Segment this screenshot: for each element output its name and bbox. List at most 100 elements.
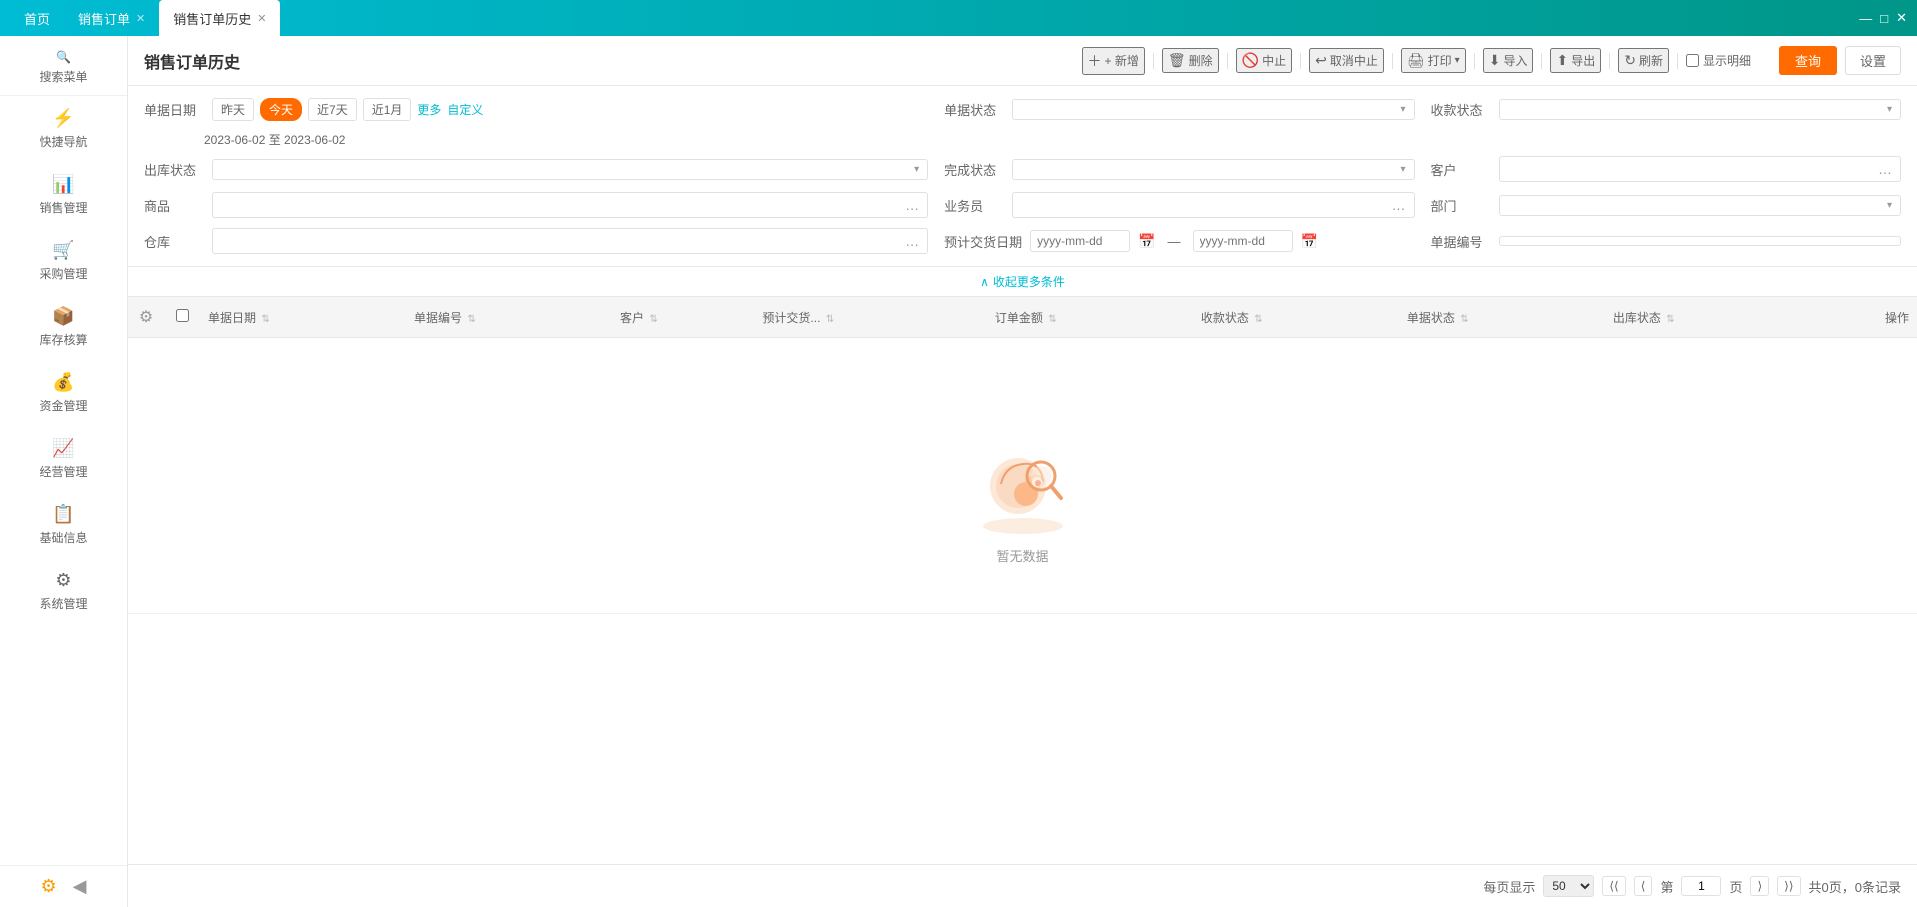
stop-button[interactable]: 🚫 中止 [1236,48,1292,73]
new-icon: ＋ [1088,51,1102,71]
cancel-stop-button[interactable]: ↩ 取消中止 [1309,48,1384,73]
warehouse-ellipsis[interactable]: … [905,233,919,249]
delivery-status-input[interactable]: ▾ [212,159,928,180]
prev-page-button[interactable]: ⟨ [1634,876,1653,896]
customer-label: 客户 [1431,160,1491,179]
tab-home[interactable]: 首页 [10,0,64,36]
table-settings-icon[interactable]: ⚙ [139,309,153,326]
collapse-bar[interactable]: ∧ 收起更多条件 [128,267,1917,297]
date-btn-7days[interactable]: 近7天 [308,98,357,121]
select-all-checkbox[interactable] [176,309,189,322]
first-page-button[interactable]: ⟨⟨ [1602,876,1625,896]
col-delivery-sort-icon[interactable]: ⇅ [826,314,834,325]
order-status-field: 单据状态 ▾ [944,99,1414,120]
tab-sales-order-close[interactable]: ✕ [136,12,145,25]
sidebar-item-inventory[interactable]: 📦 库存核算 [0,294,127,360]
display-detail-input[interactable] [1686,54,1699,67]
product-input[interactable]: … [212,192,928,218]
filter-row-3: 商品 … 业务员 … 部门 [144,192,1901,218]
system-icon: ⚙ [55,570,71,591]
col-delivery-status-sort-icon[interactable]: ⇅ [1666,314,1674,325]
divider-7 [1609,53,1610,69]
empty-text: 暂无数据 [996,546,1048,565]
sidebar-item-basic-info[interactable]: 📋 基础信息 [0,492,127,558]
sidebar-search[interactable]: 🔍 搜索菜单 [0,36,127,96]
print-button[interactable]: 🖨 打印 ▾ [1401,48,1466,73]
customer-ellipsis[interactable]: … [1878,161,1892,177]
col-date: 单据日期 ⇅ [200,297,406,338]
delivery-date-start[interactable] [1030,230,1130,252]
col-date-sort-icon[interactable]: ⇅ [261,314,269,325]
query-button[interactable]: 查询 [1779,46,1837,75]
per-page-select[interactable]: 50 20 100 [1543,875,1594,897]
department-input[interactable]: ▾ [1499,195,1901,216]
date-btn-yesterday[interactable]: 昨天 [212,98,254,121]
delivery-status-field: 出库状态 ▾ [144,159,928,180]
col-no-sort-icon[interactable]: ⇅ [467,314,475,325]
maximize-icon[interactable]: □ [1880,11,1888,26]
sidebar-item-management[interactable]: 📈 经营管理 [0,426,127,492]
divider-4 [1392,53,1393,69]
new-button[interactable]: ＋ + 新增 [1082,47,1145,75]
customer-input[interactable]: … [1499,156,1901,182]
col-amount: 订单金额 ⇅ [987,297,1193,338]
settings-bottom-icon[interactable]: ⚙ [41,876,57,897]
calendar-end-icon[interactable]: 📅 [1301,233,1318,250]
next-page-button[interactable]: ⟩ [1750,876,1769,896]
col-customer-sort-icon[interactable]: ⇅ [649,314,657,325]
col-payment-status-sort-icon[interactable]: ⇅ [1254,314,1262,325]
divider-2 [1227,53,1228,69]
sidebar-item-system[interactable]: ⚙ 系统管理 [0,558,127,624]
order-no-field: 单据编号 [1431,232,1901,251]
salesman-ellipsis[interactable]: … [1392,197,1406,213]
complete-status-input[interactable]: ▾ [1012,159,1414,180]
tab-sales-order-label: 销售订单 [78,9,130,28]
delivery-date-end[interactable] [1193,230,1293,252]
delete-button[interactable]: 🗑 删除 [1162,48,1219,73]
refresh-icon: ↻ [1624,52,1636,69]
sidebar-item-purchase[interactable]: 🛒 采购管理 [0,228,127,294]
date-btn-1month[interactable]: 近1月 [363,98,412,121]
table-header: ⚙ 单据日期 ⇅ 单据编号 ⇅ [128,297,1917,338]
calendar-start-icon[interactable]: 📅 [1138,233,1155,250]
collapse-sidebar-icon[interactable]: ◀ [73,876,87,897]
complete-status-field: 完成状态 ▾ [944,159,1414,180]
order-status-input[interactable]: ▾ [1012,99,1414,120]
sidebar-item-finance[interactable]: 💰 资金管理 [0,360,127,426]
col-amount-sort-icon[interactable]: ⇅ [1048,314,1056,325]
finance-icon: 💰 [52,372,74,393]
salesman-input[interactable]: … [1012,192,1414,218]
refresh-button[interactable]: ↻ 刷新 [1618,48,1669,73]
import-button[interactable]: ⬇ 导入 [1483,48,1534,73]
table-container: ⚙ 单据日期 ⇅ 单据编号 ⇅ [128,297,1917,864]
date-custom-link[interactable]: 自定义 [447,101,483,118]
delivery-date-label: 预计交货日期 [944,232,1022,251]
payment-status-input[interactable]: ▾ [1499,99,1901,120]
setting-button[interactable]: 设置 [1845,46,1901,75]
product-field: 商品 … [144,192,928,218]
order-no-input[interactable] [1499,236,1901,246]
last-page-button[interactable]: ⟩⟩ [1777,876,1800,896]
window-close-icon[interactable]: ✕ [1896,10,1907,26]
payment-status-arrow: ▾ [1887,104,1892,115]
tab-sales-order-history[interactable]: 销售订单历史 ✕ [159,0,280,36]
tab-sales-order[interactable]: 销售订单 ✕ [64,0,159,36]
date-more-link[interactable]: 更多 [417,101,441,118]
sidebar-item-finance-label: 资金管理 [39,397,87,414]
main-layout: 🔍 搜索菜单 ⚡ 快捷导航 📊 销售管理 🛒 采购管理 📦 库存核算 💰 资金管… [0,36,1917,907]
col-order-status-sort-icon[interactable]: ⇅ [1460,314,1468,325]
display-detail-checkbox[interactable]: 显示明细 [1686,52,1751,69]
filter-area: 单据日期 昨天 今天 近7天 近1月 更多 自定义 单据状态 ▾ [128,86,1917,267]
date-filter: 昨天 今天 近7天 近1月 更多 自定义 [212,98,928,121]
tab-home-label: 首页 [24,9,50,28]
export-button[interactable]: ⬆ 导出 [1550,48,1601,73]
date-btn-today[interactable]: 今天 [260,98,302,121]
sidebar-item-quick-nav[interactable]: ⚡ 快捷导航 [0,96,127,162]
minimize-icon[interactable]: — [1859,11,1872,26]
tab-sales-order-history-close[interactable]: ✕ [257,12,266,25]
page-input[interactable] [1681,876,1721,896]
sidebar-item-sales[interactable]: 📊 销售管理 [0,162,127,228]
warehouse-input[interactable]: … [212,228,928,254]
col-amount-label: 订单金额 [995,311,1043,325]
product-ellipsis[interactable]: … [905,197,919,213]
